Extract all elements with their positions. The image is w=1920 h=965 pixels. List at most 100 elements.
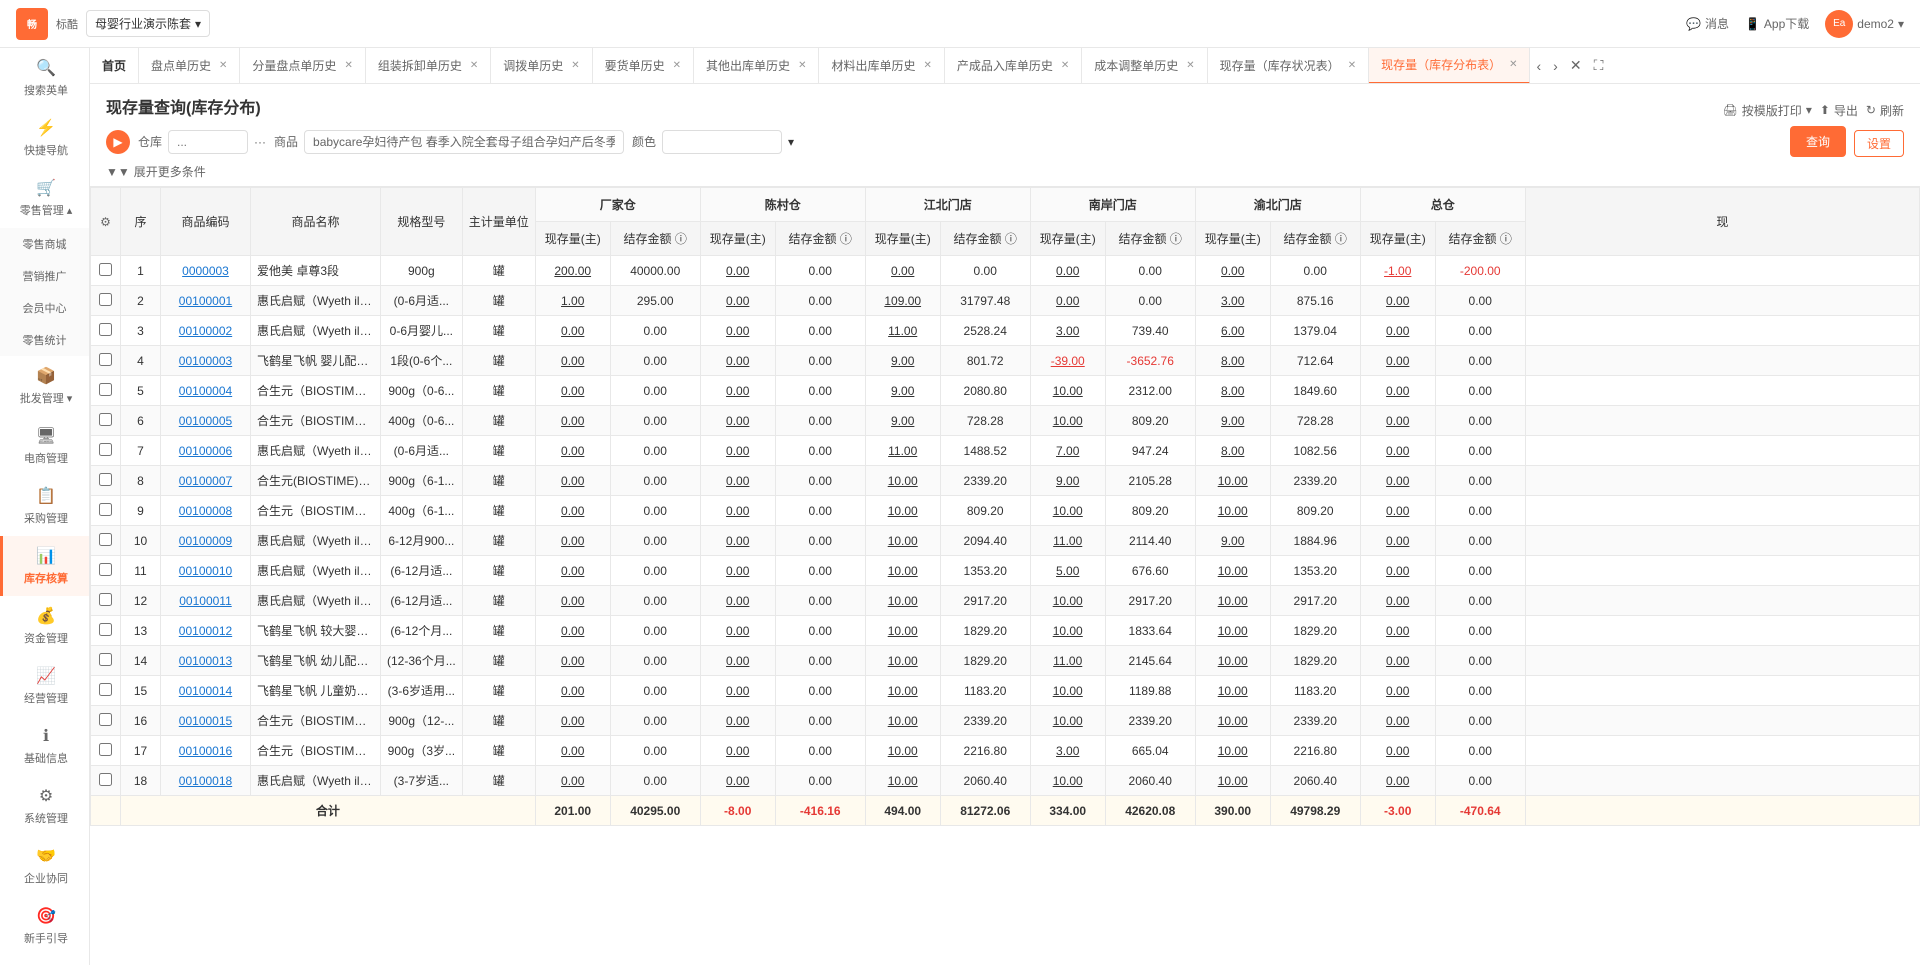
tab-transfer[interactable]: 调拨单历史 ✕	[491, 48, 592, 84]
export-btn[interactable]: ⬆ 导出	[1820, 102, 1858, 119]
warehouse-input[interactable]	[168, 130, 248, 154]
row-checkbox-5[interactable]	[91, 406, 121, 436]
company-selector[interactable]: 母婴行业演示陈套 ▾	[86, 10, 210, 37]
tab-inventory-count[interactable]: 盘点单历史 ✕	[139, 48, 240, 84]
row-checkbox-10[interactable]	[91, 556, 121, 586]
row-total-qty-5: 0.00	[1360, 406, 1435, 436]
row-checkbox-15[interactable]	[91, 706, 121, 736]
row-checkbox-0[interactable]	[91, 256, 121, 286]
row-check-9[interactable]	[99, 533, 112, 546]
tab-close-cost-adjust[interactable]: ✕	[1186, 60, 1194, 71]
expand-btn[interactable]: ▼▼ 展开更多条件	[106, 163, 206, 180]
row-checkbox-2[interactable]	[91, 316, 121, 346]
sidebar-item-search[interactable]: 🔍 搜索英单	[0, 48, 89, 108]
collapse-btn[interactable]: ▶	[106, 130, 130, 154]
row-checkbox-8[interactable]	[91, 496, 121, 526]
row-check-1[interactable]	[99, 293, 112, 306]
tab-close-product-in[interactable]: ✕	[1061, 60, 1069, 71]
row-checkbox-17[interactable]	[91, 766, 121, 796]
sidebar-item-purchase[interactable]: 📋 采购管理	[0, 476, 89, 536]
tab-close-bundle[interactable]: ✕	[470, 60, 478, 71]
row-check-3[interactable]	[99, 353, 112, 366]
tab-cost-adjust[interactable]: 成本调整单历史 ✕	[1082, 48, 1207, 84]
sidebar-item-apps[interactable]: 📱 应用中心	[0, 956, 89, 965]
row-check-13[interactable]	[99, 653, 112, 666]
tab-other-out[interactable]: 其他出库单历史 ✕	[694, 48, 819, 84]
sidebar-item-nav[interactable]: ⚡ 快捷导航	[0, 108, 89, 168]
row-check-5[interactable]	[99, 413, 112, 426]
row-check-17[interactable]	[99, 773, 112, 786]
row-check-8[interactable]	[99, 503, 112, 516]
tab-material-out[interactable]: 材料出库单历史 ✕	[819, 48, 944, 84]
tab-close-transfer[interactable]: ✕	[571, 60, 579, 71]
row-checkbox-4[interactable]	[91, 376, 121, 406]
row-checkbox-3[interactable]	[91, 346, 121, 376]
tab-prev-btn[interactable]: ‹	[1530, 58, 1547, 74]
sidebar-item-ecommerce[interactable]: 🖥 电商管理	[0, 416, 89, 476]
color-input[interactable]	[662, 130, 782, 154]
tab-product-in[interactable]: 产成品入库单历史 ✕	[945, 48, 1082, 84]
row-checkbox-6[interactable]	[91, 436, 121, 466]
tab-close-split[interactable]: ✕	[344, 60, 352, 71]
sidebar-item-operations[interactable]: 📈 经营管理	[0, 656, 89, 716]
tab-bundle[interactable]: 组装拆卸单历史 ✕	[366, 48, 491, 84]
sidebar-item-wholesale[interactable]: 📦 批发管理 ▾	[0, 356, 89, 416]
tab-close-purchase[interactable]: ✕	[673, 60, 681, 71]
warehouse-more[interactable]: ···	[254, 135, 266, 149]
tab-purchase[interactable]: 要货单历史 ✕	[593, 48, 694, 84]
settings-btn[interactable]: 设置	[1854, 130, 1904, 157]
row-checkbox-16[interactable]	[91, 736, 121, 766]
sidebar-item-guide[interactable]: 🎯 新手引导	[0, 896, 89, 956]
row-check-15[interactable]	[99, 713, 112, 726]
gear-icon[interactable]: ⚙	[100, 215, 111, 229]
row-check-2[interactable]	[99, 323, 112, 336]
tab-close-stock-dist[interactable]: ✕	[1509, 59, 1517, 70]
row-check-0[interactable]	[99, 263, 112, 276]
tab-close-inventory-count[interactable]: ✕	[219, 60, 227, 71]
row-checkbox-12[interactable]	[91, 616, 121, 646]
row-check-10[interactable]	[99, 563, 112, 576]
row-checkbox-9[interactable]	[91, 526, 121, 556]
sidebar-item-inventory[interactable]: 📊 库存核算	[0, 536, 89, 596]
sidebar-item-member[interactable]: 会员中心	[0, 292, 89, 324]
sidebar-item-finance[interactable]: 💰 资金管理	[0, 596, 89, 656]
row-check-12[interactable]	[99, 623, 112, 636]
row-checkbox-14[interactable]	[91, 676, 121, 706]
sidebar-item-retail-store[interactable]: 零售商城	[0, 228, 89, 260]
tab-stock-dist[interactable]: 现存量（库存分布表） ✕	[1369, 48, 1530, 84]
row-check-16[interactable]	[99, 743, 112, 756]
tab-close-material-out[interactable]: ✕	[923, 60, 931, 71]
sidebar-item-enterprise[interactable]: 🤝 企业协同	[0, 836, 89, 896]
tab-close-other-out[interactable]: ✕	[798, 60, 806, 71]
user-menu[interactable]: Ea demo2 ▾	[1825, 10, 1904, 38]
tab-next-btn[interactable]: ›	[1547, 58, 1564, 74]
refresh-btn[interactable]: ↻ 刷新	[1866, 102, 1904, 119]
row-check-14[interactable]	[99, 683, 112, 696]
tab-split-count[interactable]: 分量盘点单历史 ✕	[240, 48, 365, 84]
row-check-11[interactable]	[99, 593, 112, 606]
tab-expand-btn[interactable]: ⛶	[1588, 57, 1610, 74]
message-btn[interactable]: 💬 消息	[1686, 15, 1729, 32]
print-btn[interactable]: 🖨 按模版打印 ▾	[1723, 102, 1812, 119]
app-download-btn[interactable]: 📱 App下载	[1745, 15, 1809, 32]
tab-close-stock-status[interactable]: ✕	[1348, 60, 1356, 71]
row-checkbox-7[interactable]	[91, 466, 121, 496]
tab-home[interactable]: 首页	[90, 48, 139, 84]
product-input[interactable]	[304, 130, 624, 154]
row-check-7[interactable]	[99, 473, 112, 486]
sidebar-item-retail-stats[interactable]: 零售统计	[0, 324, 89, 356]
sidebar-item-basic[interactable]: ℹ 基础信息	[0, 716, 89, 776]
search-btn[interactable]: 查询	[1790, 126, 1846, 157]
row-checkbox-1[interactable]	[91, 286, 121, 316]
row-checkbox-13[interactable]	[91, 646, 121, 676]
tab-stock-status[interactable]: 现存量（库存状况表） ✕	[1208, 48, 1369, 84]
sidebar-item-system[interactable]: ⚙ 系统管理	[0, 776, 89, 836]
tab-close-all-btn[interactable]: ✕	[1564, 57, 1588, 74]
row-checkbox-11[interactable]	[91, 586, 121, 616]
sidebar-item-retail[interactable]: 🛒 零售管理 ▴	[0, 168, 89, 228]
row-yubei-qty-5: 9.00	[1195, 406, 1270, 436]
row-check-6[interactable]	[99, 443, 112, 456]
sidebar-item-marketing[interactable]: 营销推广	[0, 260, 89, 292]
row-check-4[interactable]	[99, 383, 112, 396]
row-jiangbei-qty-0: 0.00	[865, 256, 940, 286]
